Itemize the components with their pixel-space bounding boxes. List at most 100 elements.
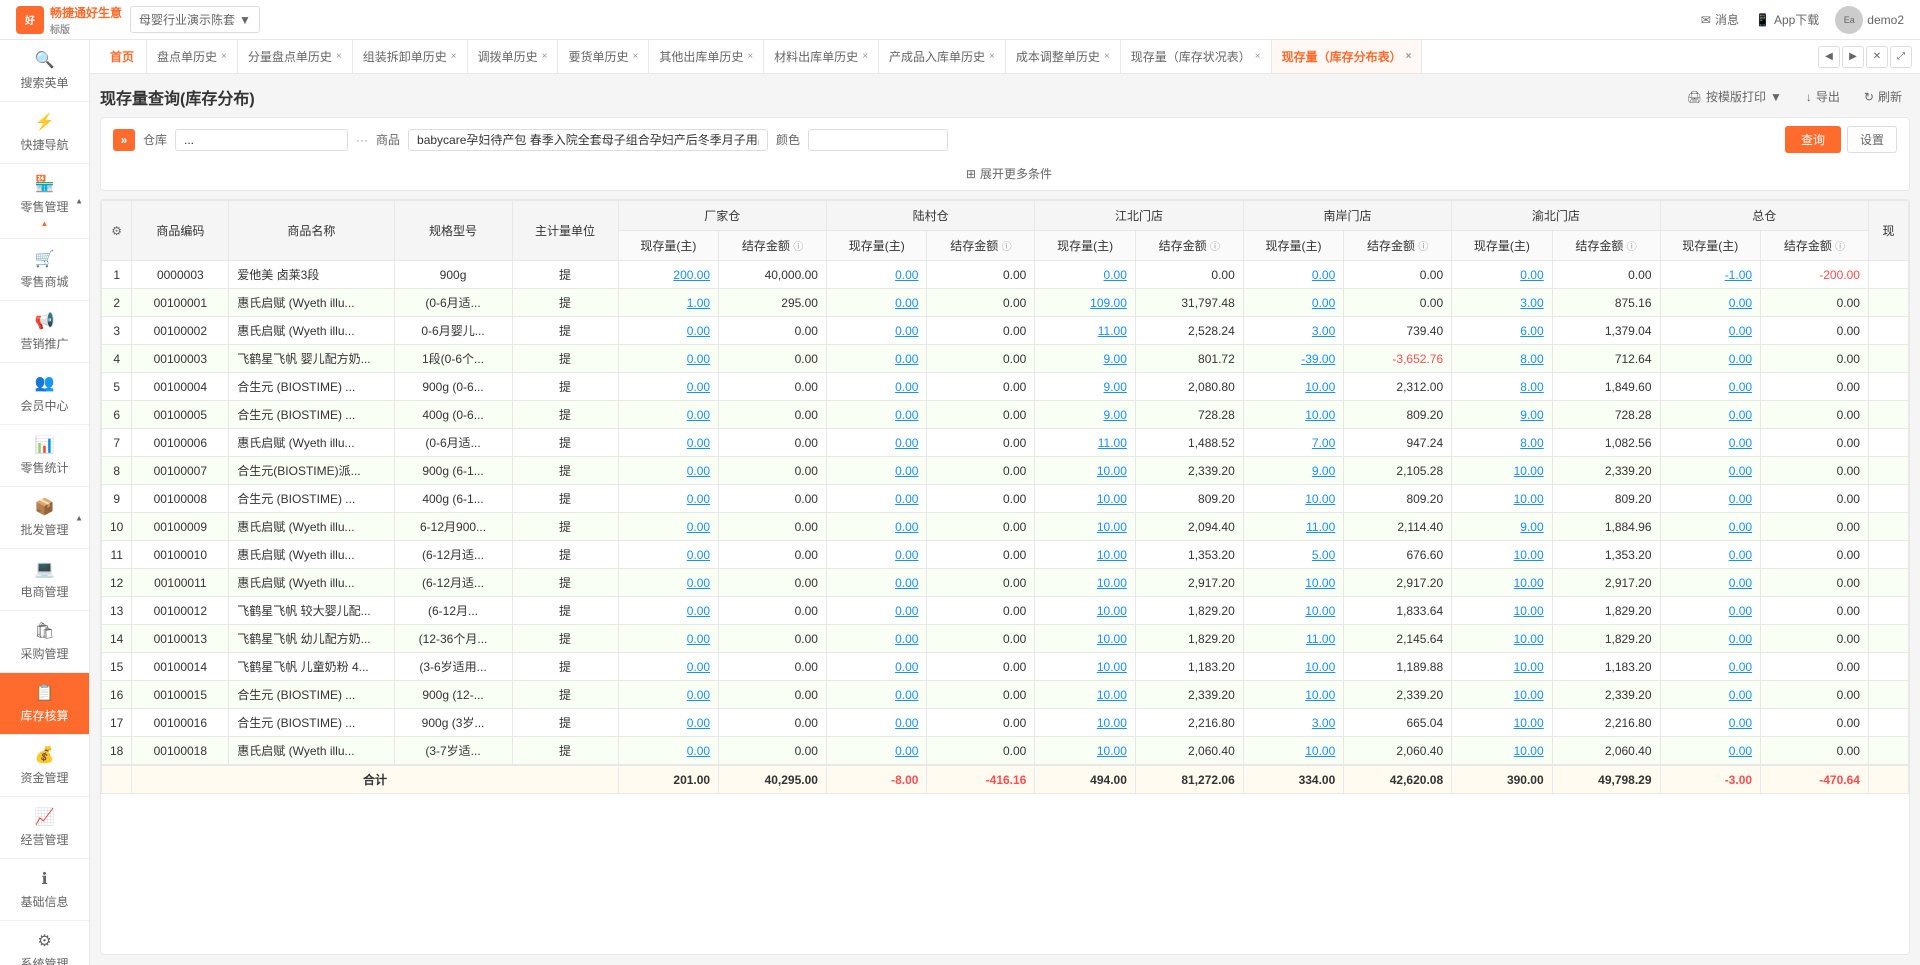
quantity-cell[interactable]: 0.00 (1660, 289, 1761, 317)
quantity-cell[interactable]: -1.00 (1660, 261, 1761, 289)
quantity-cell[interactable]: 0.00 (826, 401, 927, 429)
quantity-cell[interactable]: 10.00 (1452, 569, 1553, 597)
warehouse-input[interactable] (175, 129, 348, 151)
sidebar-item-ecommerce[interactable]: 💻 电商管理 (0, 549, 89, 611)
quantity-cell[interactable]: 0.00 (1660, 541, 1761, 569)
filter-toggle-btn[interactable]: » (113, 129, 135, 151)
tab-portion-check[interactable]: 分量盘点单历史 × (238, 40, 353, 73)
quantity-cell[interactable]: 9.00 (1452, 401, 1553, 429)
quantity-cell[interactable]: 10.00 (1243, 597, 1344, 625)
quantity-cell[interactable]: 10.00 (1243, 401, 1344, 429)
quantity-cell[interactable]: 0.00 (826, 681, 927, 709)
quantity-cell[interactable]: 0.00 (618, 653, 719, 681)
quantity-cell[interactable]: 10.00 (1243, 569, 1344, 597)
info-icon-4[interactable]: ⓘ (1418, 242, 1428, 253)
info-icon-6[interactable]: ⓘ (1835, 242, 1845, 253)
quantity-cell[interactable]: 0.00 (618, 345, 719, 373)
quantity-cell[interactable]: 10.00 (1452, 625, 1553, 653)
tab-assemble[interactable]: 组装拆卸单历史 × (353, 40, 468, 73)
app-download-btn[interactable]: 📱 App下载 (1755, 11, 1819, 28)
quantity-cell[interactable]: 0.00 (618, 737, 719, 766)
quantity-cell[interactable]: 3.00 (1243, 709, 1344, 737)
quantity-cell[interactable]: 8.00 (1452, 429, 1553, 457)
quantity-cell[interactable]: 0.00 (618, 513, 719, 541)
quantity-cell[interactable]: 0.00 (826, 597, 927, 625)
message-btn[interactable]: ✉ 消息 (1701, 11, 1739, 28)
tab-fullscreen-btn[interactable]: ⤢ (1890, 46, 1912, 68)
quantity-cell[interactable]: 0.00 (1660, 429, 1761, 457)
tab-transfer[interactable]: 调拨单历史 × (468, 40, 559, 73)
quantity-cell[interactable]: 10.00 (1243, 737, 1344, 766)
quantity-cell[interactable]: 10.00 (1452, 485, 1553, 513)
quantity-cell[interactable]: 109.00 (1035, 289, 1136, 317)
quantity-cell[interactable]: 10.00 (1035, 513, 1136, 541)
quantity-cell[interactable]: 9.00 (1035, 401, 1136, 429)
tab-material-out[interactable]: 材料出库单历史 × (764, 40, 879, 73)
quantity-cell[interactable]: 0.00 (826, 541, 927, 569)
quantity-cell[interactable]: 0.00 (826, 513, 927, 541)
quantity-cell[interactable]: 10.00 (1243, 373, 1344, 401)
quantity-cell[interactable]: 10.00 (1035, 653, 1136, 681)
quantity-cell[interactable]: 0.00 (1660, 737, 1761, 766)
quantity-cell[interactable]: 10.00 (1035, 625, 1136, 653)
quantity-cell[interactable]: 0.00 (1660, 485, 1761, 513)
sidebar-item-members[interactable]: 👥 会员中心 (0, 363, 89, 425)
sidebar-item-finance[interactable]: 💰 资金管理 (0, 735, 89, 797)
goods-input[interactable] (408, 129, 768, 151)
quantity-cell[interactable]: 10.00 (1035, 457, 1136, 485)
sidebar-item-retail-mgmt[interactable]: 🏪 零售管理 ▲ (0, 164, 89, 239)
settings-button[interactable]: 设置 (1847, 126, 1897, 153)
quantity-cell[interactable]: 11.00 (1243, 513, 1344, 541)
quantity-cell[interactable]: 0.00 (826, 429, 927, 457)
quantity-cell[interactable]: 5.00 (1243, 541, 1344, 569)
tab-stock-dist[interactable]: 现存量（库存分布表） × (1272, 40, 1423, 73)
tab-home[interactable]: 首页 (98, 40, 147, 73)
quantity-cell[interactable]: 10.00 (1243, 485, 1344, 513)
quantity-cell[interactable]: 10.00 (1452, 541, 1553, 569)
close-tab-stock-dist[interactable]: × (1406, 51, 1412, 62)
sidebar-item-inventory[interactable]: 📋 库存核算 (0, 673, 89, 735)
quantity-cell[interactable]: 0.00 (1660, 681, 1761, 709)
quantity-cell[interactable]: 11.00 (1035, 317, 1136, 345)
close-tab-other-out[interactable]: × (747, 51, 753, 62)
quantity-cell[interactable]: 0.00 (1243, 261, 1344, 289)
quantity-cell[interactable]: 10.00 (1035, 541, 1136, 569)
quantity-cell[interactable]: 11.00 (1243, 625, 1344, 653)
quantity-cell[interactable]: 0.00 (1660, 373, 1761, 401)
quantity-cell[interactable]: 10.00 (1035, 737, 1136, 766)
tab-cost-adjust[interactable]: 成本调整单历史 × (1006, 40, 1121, 73)
sidebar-item-system[interactable]: ⚙ 系统管理 (0, 921, 89, 965)
close-tab-product-in[interactable]: × (989, 51, 995, 62)
quantity-cell[interactable]: 0.00 (826, 261, 927, 289)
close-tab-stock-status[interactable]: × (1255, 51, 1261, 62)
quantity-cell[interactable]: 0.00 (1660, 597, 1761, 625)
quantity-cell[interactable]: 0.00 (826, 653, 927, 681)
close-tab-transfer[interactable]: × (542, 51, 548, 62)
th-settings[interactable]: ⚙ (102, 201, 132, 261)
quantity-cell[interactable]: 0.00 (1660, 457, 1761, 485)
quantity-cell[interactable]: 0.00 (826, 289, 927, 317)
quantity-cell[interactable]: 3.00 (1452, 289, 1553, 317)
close-tab-inventory-check[interactable]: × (221, 51, 227, 62)
quantity-cell[interactable]: 0.00 (1243, 289, 1344, 317)
quantity-cell[interactable]: 0.00 (826, 569, 927, 597)
quantity-cell[interactable]: 10.00 (1452, 681, 1553, 709)
quantity-cell[interactable]: 9.00 (1035, 345, 1136, 373)
quantity-cell[interactable]: 8.00 (1452, 345, 1553, 373)
tab-next-btn[interactable]: ▶ (1842, 46, 1864, 68)
quantity-cell[interactable]: 0.00 (1660, 625, 1761, 653)
quantity-cell[interactable]: 9.00 (1452, 513, 1553, 541)
quantity-cell[interactable]: 0.00 (618, 457, 719, 485)
quantity-cell[interactable]: 10.00 (1452, 709, 1553, 737)
color-input[interactable] (808, 129, 948, 151)
quantity-cell[interactable]: 10.00 (1035, 597, 1136, 625)
quantity-cell[interactable]: 10.00 (1035, 485, 1136, 513)
quantity-cell[interactable]: 200.00 (618, 261, 719, 289)
quantity-cell[interactable]: 0.00 (618, 485, 719, 513)
info-icon-3[interactable]: ⓘ (1210, 242, 1220, 253)
refresh-btn[interactable]: ↻ 刷新 (1856, 84, 1910, 109)
quantity-cell[interactable]: 0.00 (1660, 345, 1761, 373)
sidebar-item-retail-shop[interactable]: 🛒 零售商城 (0, 239, 89, 301)
export-btn[interactable]: ↓ 导出 (1798, 84, 1848, 109)
quantity-cell[interactable]: 10.00 (1243, 681, 1344, 709)
